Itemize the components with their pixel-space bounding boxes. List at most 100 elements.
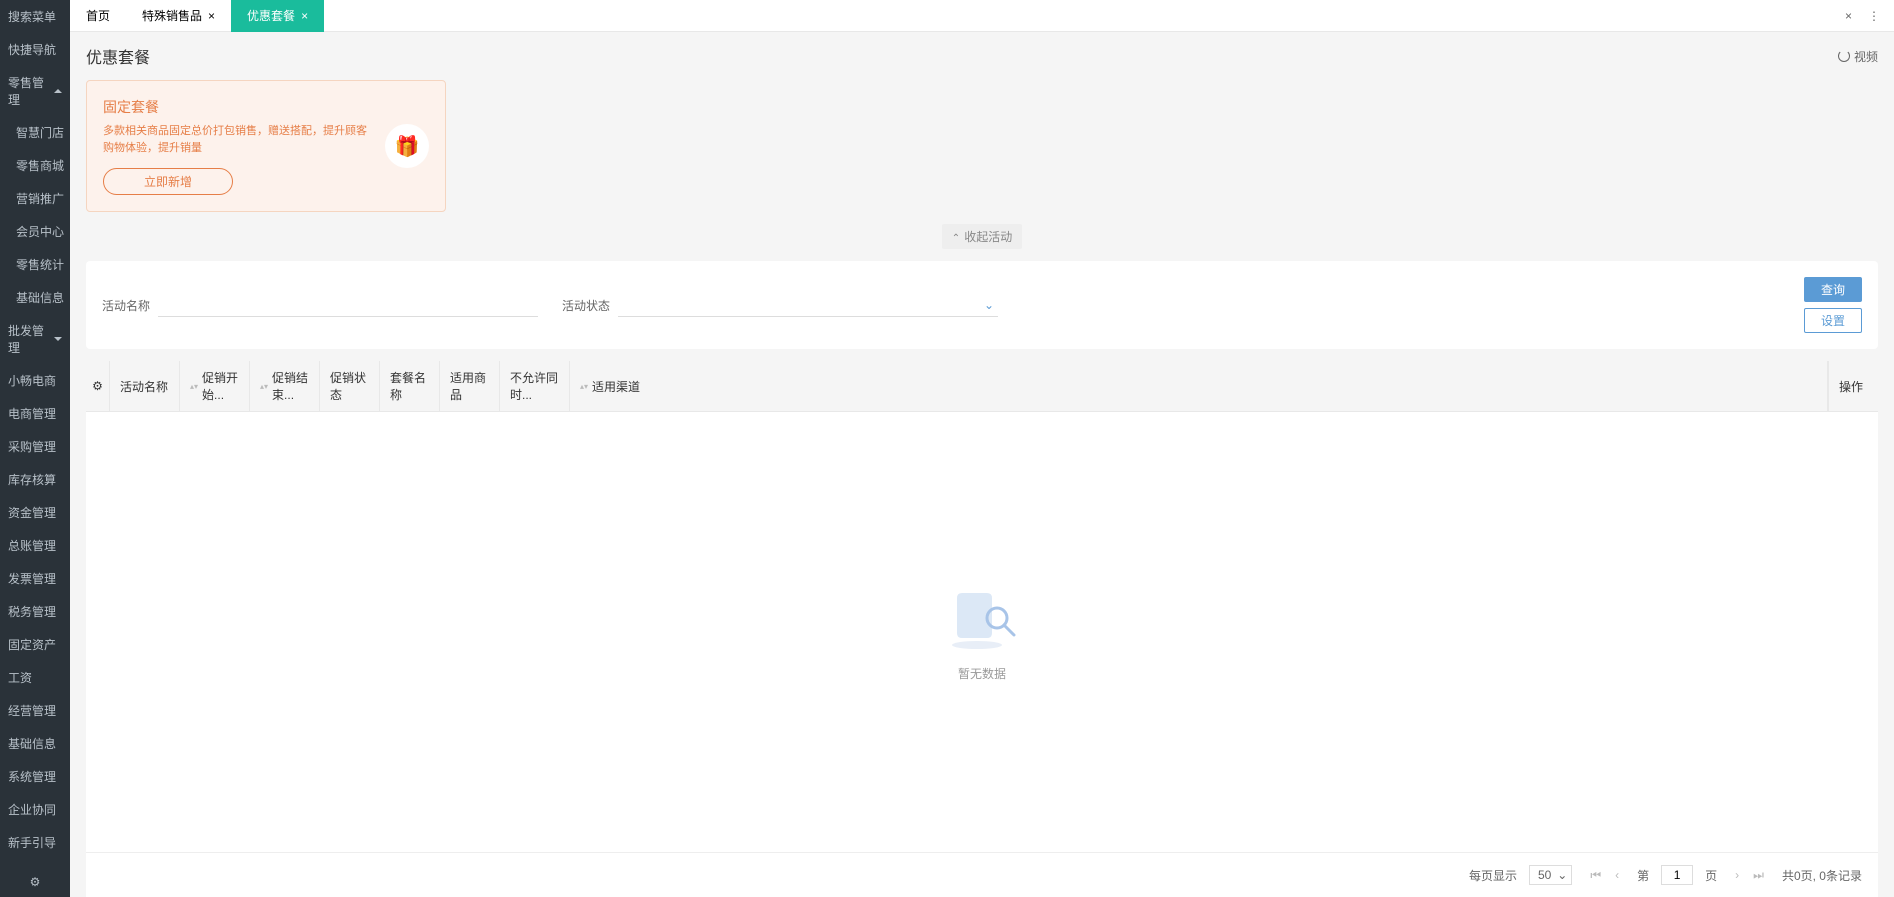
tab-label: 优惠套餐 — [247, 7, 295, 24]
query-button[interactable]: 查询 — [1804, 277, 1862, 302]
sidebar-item-wholesale[interactable]: 批发管理 — [0, 314, 70, 364]
th-package-name[interactable]: 套餐名称 — [380, 361, 440, 411]
th-label: 促销开始... — [202, 369, 239, 403]
sidebar-sub-baseinfo[interactable]: 基础信息 — [0, 281, 70, 314]
sidebar-sub-member[interactable]: 会员中心 — [0, 215, 70, 248]
filter-name-label: 活动名称 — [102, 297, 150, 314]
refresh-label: 视频 — [1854, 48, 1878, 65]
sidebar-item-retail[interactable]: 零售管理 — [0, 66, 70, 116]
table: ⚙ 活动名称 ▴▾ 促销开始... ▴▾ 促销结束... 促销状态 套餐名称 适用商… — [86, 361, 1878, 897]
th-promo-end[interactable]: ▴▾ 促销结束... — [250, 361, 320, 411]
promo-icon-wrap: 🎁 — [385, 124, 429, 168]
close-all-icon[interactable]: × — [1839, 5, 1858, 27]
sidebar-item-ecommerce[interactable]: 电商管理 — [0, 397, 70, 430]
per-page-select[interactable]: 50 — [1529, 865, 1572, 885]
th-promo-status[interactable]: 促销状态 — [320, 361, 380, 411]
sidebar-item-funds[interactable]: 资金管理 — [0, 496, 70, 529]
empty-icon — [942, 583, 1022, 653]
sidebar-item-business[interactable]: 经营管理 — [0, 694, 70, 727]
page-summary: 共0页, 0条记录 — [1782, 867, 1862, 884]
sidebar: 搜索菜单 快捷导航 零售管理 智慧门店 零售商城 营销推广 会员中心 零售统计 … — [0, 0, 70, 897]
sidebar-sub-smartstore[interactable]: 智慧门店 — [0, 116, 70, 149]
empty-state: 暂无数据 — [86, 412, 1878, 852]
page-input[interactable] — [1661, 865, 1693, 885]
next-page-icon[interactable]: › — [1729, 866, 1745, 885]
sidebar-item-assets[interactable]: 固定资产 — [0, 628, 70, 661]
page-nav-next: › ⏭ — [1729, 866, 1770, 885]
filter-actions: 查询 设置 — [1804, 277, 1862, 333]
page-header: 优惠套餐 视频 — [70, 32, 1894, 80]
activity-name-input[interactable] — [158, 294, 538, 317]
filter-status-label: 活动状态 — [562, 297, 610, 314]
per-page-label: 每页显示 — [1469, 867, 1517, 884]
sidebar-item-system[interactable]: 系统管理 — [0, 760, 70, 793]
refresh-icon — [1838, 50, 1850, 62]
promo-card-title: 固定套餐 — [103, 97, 369, 117]
th-activity-name[interactable]: 活动名称 — [110, 361, 180, 411]
tabs-right-actions: × ⋮ — [1839, 5, 1894, 27]
filter-panel: 活动名称 活动状态 ⌄ 查询 设置 — [86, 261, 1878, 349]
sidebar-item-ledger[interactable]: 总账管理 — [0, 529, 70, 562]
close-icon[interactable]: × — [301, 9, 308, 23]
sidebar-sub-retailmall[interactable]: 零售商城 — [0, 149, 70, 182]
sidebar-item-inventory[interactable]: 库存核算 — [0, 463, 70, 496]
sidebar-item-tax[interactable]: 税务管理 — [0, 595, 70, 628]
th-channel[interactable]: ▴▾ 适用渠道 — [570, 361, 1828, 411]
main: 首页 特殊销售品× 优惠套餐 × × ⋮ 优惠套餐 视频 固定套餐 多款相关商品固… — [70, 0, 1894, 897]
promo-add-button[interactable]: 立即新增 — [103, 168, 233, 195]
th-label: 促销结束... — [272, 369, 309, 403]
chevron-down-icon: ⌄ — [984, 298, 994, 312]
sidebar-item-enterprise[interactable]: 企业协同 — [0, 793, 70, 826]
sort-icon: ▴▾ — [190, 384, 198, 389]
sidebar-item-quicknav[interactable]: 快捷导航 — [0, 33, 70, 66]
sidebar-sub-marketing[interactable]: 营销推广 — [0, 182, 70, 215]
activity-status-select[interactable]: ⌄ — [618, 294, 998, 317]
empty-text: 暂无数据 — [958, 665, 1006, 682]
pagination: 每页显示 50 ⏮ ‹ 第 页 › ⏭ 共0页, 0条记录 — [86, 852, 1878, 897]
settings-button[interactable]: 设置 — [1804, 308, 1862, 333]
close-icon[interactable]: × — [208, 9, 215, 23]
page-title: 优惠套餐 — [86, 44, 150, 68]
tab-promo-package[interactable]: 优惠套餐 × — [231, 0, 324, 32]
collapse-activities[interactable]: 收起活动 — [942, 224, 1022, 249]
sidebar-search[interactable]: 搜索菜单 — [0, 0, 70, 33]
prev-page-icon[interactable]: ‹ — [1609, 866, 1625, 885]
sidebar-item-xiaochang[interactable]: 小畅电商 — [0, 364, 70, 397]
th-label: 适用渠道 — [592, 378, 640, 395]
page-nav: ⏮ ‹ — [1584, 866, 1625, 885]
more-icon[interactable]: ⋮ — [1862, 5, 1886, 27]
sidebar-sub-retailstats[interactable]: 零售统计 — [0, 248, 70, 281]
gear-icon: ⚙ — [30, 875, 41, 889]
sort-icon: ▴▾ — [260, 384, 268, 389]
table-settings-icon[interactable]: ⚙ — [86, 361, 110, 411]
th-label: 活动名称 — [120, 378, 168, 395]
tabs-bar: 首页 特殊销售品× 优惠套餐 × × ⋮ — [70, 0, 1894, 32]
sidebar-item-purchase[interactable]: 采购管理 — [0, 430, 70, 463]
content: 固定套餐 多款相关商品固定总价打包销售，赠送搭配，提升顾客购物体验，提升销量 立… — [70, 80, 1894, 897]
th-promo-start[interactable]: ▴▾ 促销开始... — [180, 361, 250, 411]
page-suffix: 页 — [1705, 867, 1717, 884]
promo-card: 固定套餐 多款相关商品固定总价打包销售，赠送搭配，提升顾客购物体验，提升销量 立… — [86, 80, 446, 212]
th-action: 操作 — [1828, 361, 1878, 411]
sidebar-item-guide[interactable]: 新手引导 — [0, 826, 70, 859]
th-products[interactable]: 适用商品 — [440, 361, 500, 411]
gear-icon: ⚙ — [92, 379, 103, 393]
tab-special-sales[interactable]: 特殊销售品× — [126, 0, 231, 32]
sidebar-item-baseinfo2[interactable]: 基础信息 — [0, 727, 70, 760]
th-label: 适用商品 — [450, 369, 489, 403]
last-page-icon[interactable]: ⏭ — [1747, 866, 1770, 885]
th-label: 促销状态 — [330, 369, 369, 403]
th-label: 不允许同时... — [510, 369, 559, 403]
promo-card-desc: 多款相关商品固定总价打包销售，赠送搭配，提升顾客购物体验，提升销量 — [103, 123, 369, 156]
page-refresh[interactable]: 视频 — [1838, 48, 1878, 65]
th-label: 套餐名称 — [390, 369, 429, 403]
tab-home[interactable]: 首页 — [70, 0, 126, 32]
sidebar-settings-icon[interactable]: ⚙ — [0, 867, 70, 897]
sidebar-item-salary[interactable]: 工资 — [0, 661, 70, 694]
th-disallow[interactable]: 不允许同时... — [500, 361, 570, 411]
sidebar-item-invoice[interactable]: 发票管理 — [0, 562, 70, 595]
filter-status: 活动状态 ⌄ — [562, 294, 998, 317]
sort-icon: ▴▾ — [580, 384, 588, 389]
first-page-icon[interactable]: ⏮ — [1584, 866, 1607, 885]
tab-label: 首页 — [86, 7, 110, 24]
